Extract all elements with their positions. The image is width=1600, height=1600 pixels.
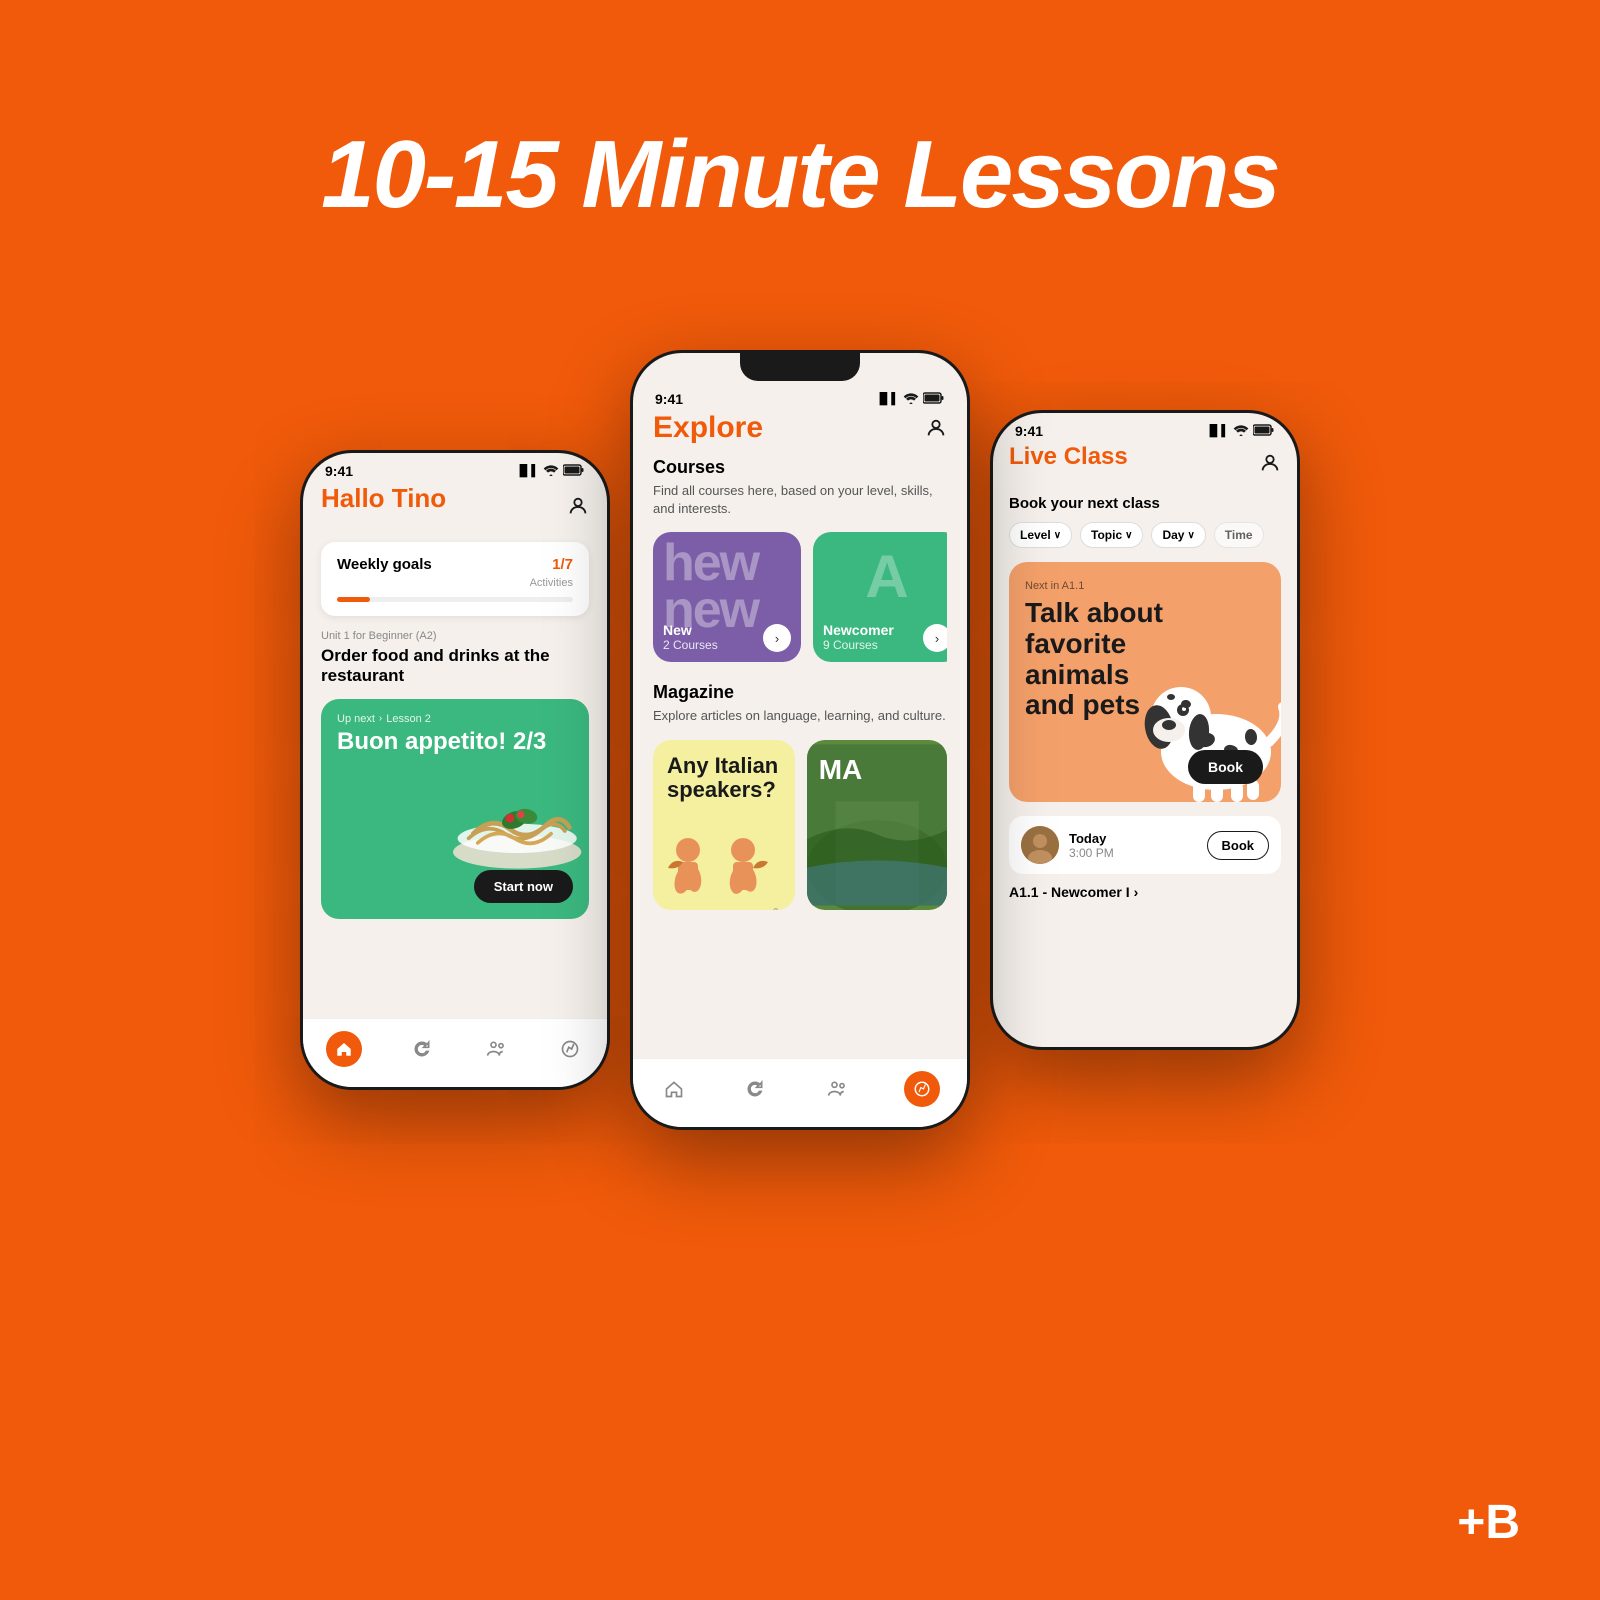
signal-icon-c: ▐▌▌: [876, 393, 899, 405]
course-card-newcomer[interactable]: A Newcomer 9 Courses ›: [813, 532, 947, 662]
left-phone-content: Hallo Tino Weekly goals 1/7 Activities U…: [303, 483, 607, 919]
bottom-nav-center: [633, 1058, 967, 1127]
nav-home-center[interactable]: [660, 1075, 688, 1103]
session-info-1: Today 3:00 PM: [1069, 831, 1197, 860]
phone-left: 9:41 ▐▌▌ Hallo Tino Weekly goals: [300, 450, 610, 1090]
magazine-card-second[interactable]: MA: [807, 740, 947, 910]
status-icons-right: ▐▌▌: [1206, 424, 1275, 439]
phone-right: 9:41 ▐▌▌ Live Class Book your next class: [990, 410, 1300, 1050]
status-bar-right: 9:41 ▐▌▌: [993, 413, 1297, 443]
nav-explore-center-active[interactable]: [904, 1071, 940, 1107]
courses-row: hewnew New 2 Courses › A Newcomer 9 Cour…: [653, 532, 947, 662]
session-row-1: Today 3:00 PM Book: [1009, 816, 1281, 874]
session-time-1: 3:00 PM: [1069, 846, 1197, 860]
svg-text:By Dylan Lyo: By Dylan Lyo: [771, 907, 780, 910]
wifi-icon-r: [1233, 424, 1249, 439]
time-left: 9:41: [325, 463, 353, 479]
user-icon-right[interactable]: [1259, 452, 1281, 474]
main-title: 10-15 Minute Lessons: [321, 120, 1279, 230]
book-next-label: Book your next class: [1009, 495, 1281, 512]
unit-label: Unit 1 for Beginner (A2): [321, 630, 589, 642]
right-phone-content: Live Class Book your next class Level ∨ …: [993, 443, 1297, 900]
battery-icon-r: [1253, 424, 1275, 439]
wifi-icon-c: [903, 392, 919, 407]
status-icons-center: ▐▌▌: [876, 392, 945, 407]
book-session-btn-1[interactable]: Book: [1207, 831, 1270, 860]
lesson-card: Up next › Lesson 2 Buon appetito! 2/3: [321, 699, 589, 919]
status-icons-left: ▐▌▌: [516, 464, 585, 479]
lesson-card-title: Buon appetito! 2/3: [337, 729, 573, 755]
course-bg-letter: A: [865, 542, 908, 611]
signal-icon: ▐▌▌: [516, 465, 539, 477]
pasta-image: [444, 765, 589, 875]
filter-day[interactable]: Day ∨: [1151, 522, 1205, 548]
nav-users-left[interactable]: [482, 1035, 510, 1063]
magazine-card-main[interactable]: Any Italian speakers?: [653, 740, 795, 910]
nav-refresh-center[interactable]: [741, 1075, 769, 1103]
magazine-article-title: Any Italian speakers?: [667, 754, 781, 802]
bottom-nav-left: [303, 1018, 607, 1087]
magazine-section-title: Magazine: [653, 682, 947, 703]
weekly-goals-count: 1/7: [552, 556, 573, 573]
goals-subtext: Activities: [337, 577, 573, 589]
course-label-new: New 2 Courses: [663, 622, 718, 652]
course-card-new[interactable]: hewnew New 2 Courses ›: [653, 532, 801, 662]
weekly-goals-title: Weekly goals: [337, 556, 432, 573]
status-bar-center: 9:41 ▐▌▌: [633, 381, 967, 411]
weekly-goals-card: Weekly goals 1/7 Activities: [321, 542, 589, 616]
progress-fill: [337, 597, 370, 602]
live-class-title: Live Class: [1009, 443, 1128, 471]
phone-center: 9:41 ▐▌▌ Explore Courses Find all course…: [630, 350, 970, 1130]
courses-section-title: Courses: [653, 457, 947, 478]
lesson-title: Order food and drinks at the restaurant: [321, 646, 589, 687]
nav-home-left[interactable]: [326, 1031, 362, 1067]
wifi-icon: [543, 464, 559, 479]
course-bg-text-new: hewnew: [663, 540, 758, 634]
nav-explore-left[interactable]: [556, 1035, 584, 1063]
filter-row: Level ∨ Topic ∨ Day ∨ Time: [1009, 522, 1281, 548]
course-arrow-newcomer[interactable]: ›: [923, 624, 947, 652]
course-label-newcomer: Newcomer 9 Courses: [823, 622, 894, 652]
phones-container: 9:41 ▐▌▌ Hallo Tino Weekly goals: [300, 350, 1300, 1130]
up-next-label: Up next › Lesson 2: [337, 713, 573, 725]
battery-icon-c: [923, 392, 945, 407]
level-label[interactable]: A1.1 - Newcomer I ›: [1009, 884, 1281, 900]
signal-icon-r: ▐▌▌: [1206, 425, 1229, 437]
user-icon-left[interactable]: [567, 495, 589, 517]
user-icon-center[interactable]: [925, 417, 947, 439]
magazine-illustration: By Dylan Lyo: [653, 830, 783, 910]
explore-title: Explore: [653, 411, 763, 445]
nav-refresh-left[interactable]: [408, 1035, 436, 1063]
magazine-row: Any Italian speakers?: [653, 740, 947, 910]
book-button-animal[interactable]: Book: [1188, 750, 1263, 784]
time-center: 9:41: [655, 391, 683, 407]
brand-logo: +B: [1457, 1495, 1520, 1550]
magazine-second-text: MA: [819, 754, 863, 786]
explore-header: Explore: [653, 411, 947, 445]
status-bar-left: 9:41 ▐▌▌: [303, 453, 607, 483]
center-phone-content: Explore Courses Find all courses here, b…: [633, 411, 967, 910]
filter-level[interactable]: Level ∨: [1009, 522, 1072, 548]
battery-icon: [563, 464, 585, 479]
magazine-section-desc: Explore articles on language, learning, …: [653, 707, 947, 725]
filter-topic[interactable]: Topic ∨: [1080, 522, 1143, 548]
next-class-label: Next in A1.1: [1025, 580, 1265, 592]
progress-bar: [337, 597, 573, 602]
session-day-1: Today: [1069, 831, 1197, 846]
nav-users-center[interactable]: [823, 1075, 851, 1103]
course-arrow-new[interactable]: ›: [763, 624, 791, 652]
teacher-avatar-1: [1021, 826, 1059, 864]
time-right: 9:41: [1015, 423, 1043, 439]
start-now-button[interactable]: Start now: [474, 870, 573, 903]
courses-section-desc: Find all courses here, based on your lev…: [653, 482, 947, 518]
filter-time[interactable]: Time: [1214, 522, 1264, 548]
animal-card: Next in A1.1 Talk about favorite animals…: [1009, 562, 1281, 802]
greeting: Hallo Tino: [321, 483, 446, 514]
